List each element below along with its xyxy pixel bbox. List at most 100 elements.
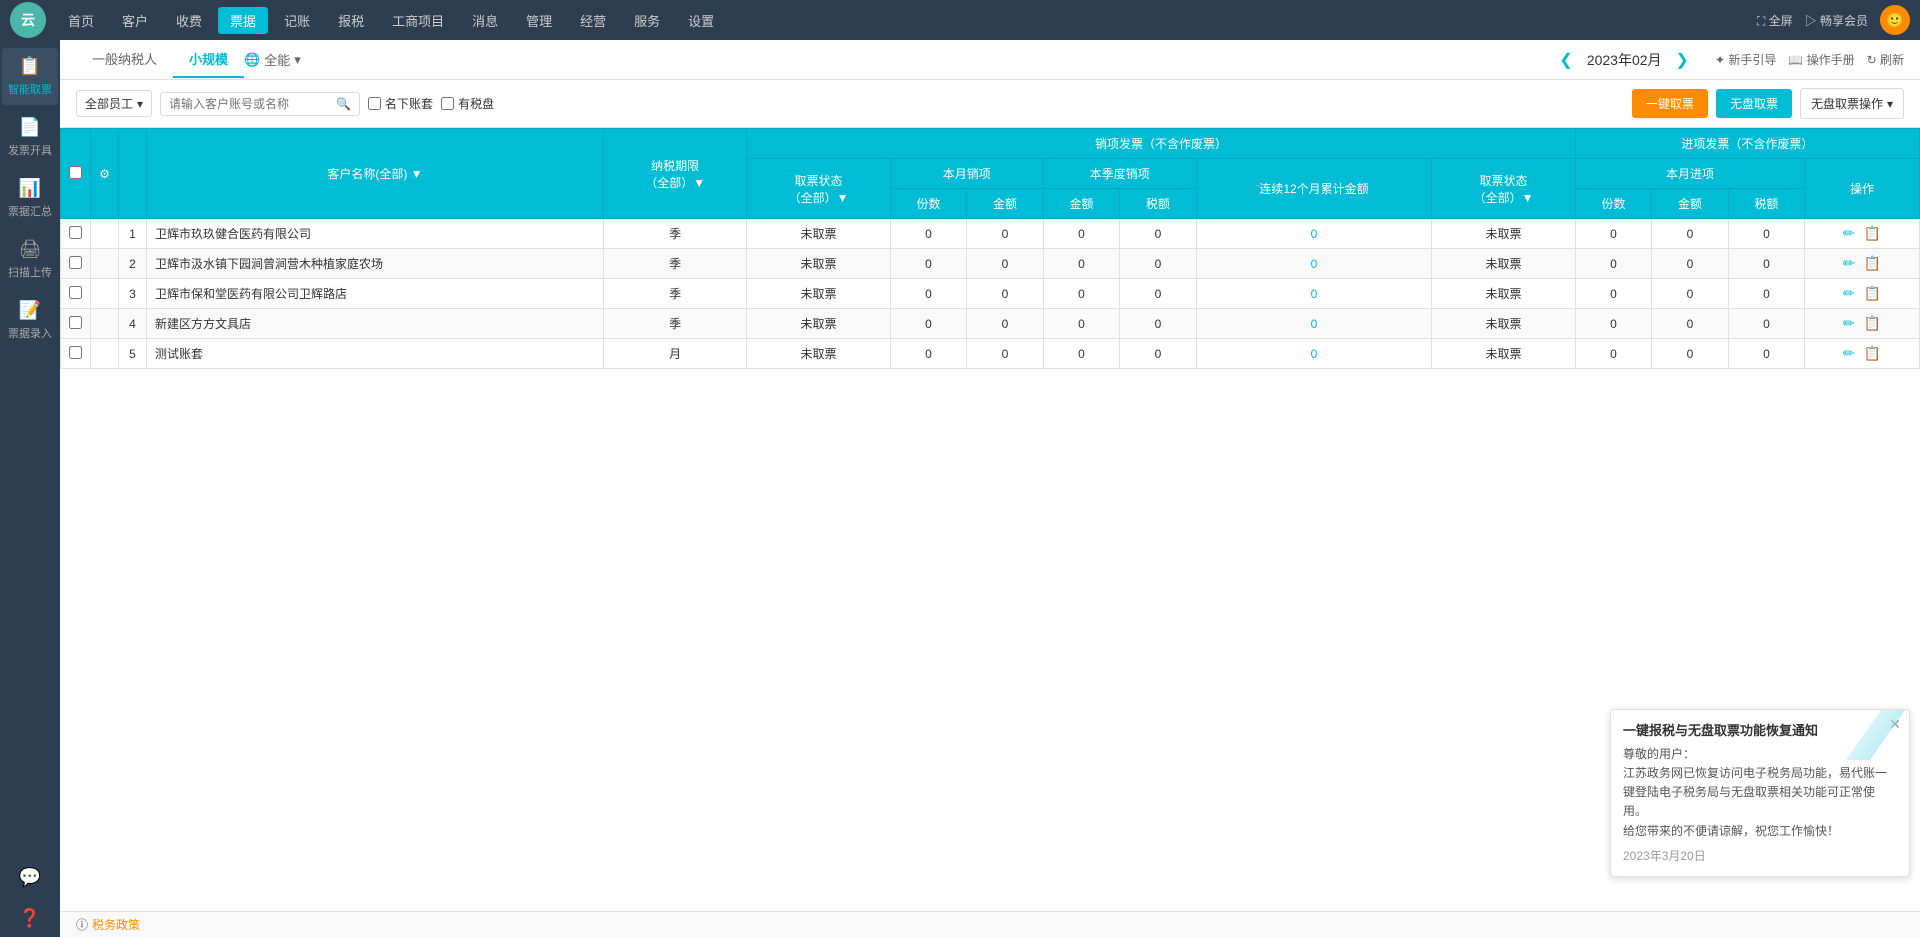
nav-home[interactable]: 首页	[56, 7, 106, 34]
nav-client[interactable]: 客户	[110, 7, 160, 34]
row-index: 1	[119, 219, 147, 249]
checkbox-taxdisk[interactable]: 有税盘	[441, 95, 494, 112]
sidebar-item-issue[interactable]: 📄 发票开具	[2, 109, 58, 166]
nav-business[interactable]: 工商项目	[380, 7, 456, 34]
user-avatar[interactable]: 🙂	[1880, 5, 1910, 35]
edit-icon[interactable]: ✏	[1843, 345, 1855, 361]
tab-general-taxpayer[interactable]: 一般纳税人	[76, 41, 173, 78]
fullscreen-btn[interactable]: ⛶ 全屏	[1757, 12, 1793, 29]
row-purchase-count: 0	[1575, 249, 1651, 279]
row-checkbox[interactable]	[61, 309, 91, 339]
manual-btn[interactable]: 📖 操作手册	[1788, 51, 1854, 68]
date-next-btn[interactable]: ❯	[1670, 48, 1695, 72]
col-settings-header: ⚙	[91, 129, 119, 219]
sidebar-item-summary[interactable]: 📊 票据汇总	[2, 170, 58, 227]
row-purchase-tax: 0	[1728, 279, 1804, 309]
col-purchase-month-amount: 金额	[1652, 189, 1728, 219]
sidebar-item-help[interactable]: ❓	[2, 900, 58, 937]
employee-select-dropdown-icon: ▾	[137, 97, 143, 111]
row-name[interactable]: 新建区方方文具店	[147, 309, 604, 339]
sidebar-item-entry[interactable]: 📝 票据录入	[2, 292, 58, 349]
row-index: 4	[119, 309, 147, 339]
col-name-header[interactable]: 客户名称(全部) ▼	[147, 129, 604, 219]
row-name[interactable]: 卫辉市汲水镇下园涧曾涧营木种植家庭农场	[147, 249, 604, 279]
nav-service[interactable]: 服务	[622, 7, 672, 34]
vip-btn[interactable]: ▷ 畅享会员	[1805, 12, 1868, 29]
myaccount-checkbox[interactable]	[368, 97, 381, 110]
employee-select[interactable]: 全部员工 ▾	[76, 90, 152, 117]
edit-icon[interactable]: ✏	[1843, 225, 1855, 241]
row-sale-quarter-amount: 0	[1043, 309, 1119, 339]
no-disk-fetch-button[interactable]: 无盘取票	[1716, 89, 1792, 118]
taxdisk-label: 有税盘	[458, 95, 494, 112]
more-operations-button[interactable]: 无盘取票操作 ▾	[1800, 88, 1904, 119]
detail-icon[interactable]: 📋	[1864, 225, 1881, 241]
row-sale-status: 未取票	[747, 309, 890, 339]
row-sale-12m-amount: 0	[1196, 249, 1432, 279]
row-sale-month-count: 0	[890, 249, 966, 279]
tax-policy-link[interactable]: 税务政策	[92, 916, 140, 933]
col-purchase-status-header[interactable]: 取票状态（全部）▼	[1432, 159, 1575, 219]
select-all-checkbox[interactable]	[69, 166, 82, 179]
search-input[interactable]	[169, 97, 332, 111]
row-period: 季	[603, 249, 746, 279]
detail-icon[interactable]: 📋	[1864, 255, 1881, 271]
tax-policy-icon: ⓘ	[76, 916, 88, 933]
nav-bookkeeping[interactable]: 记账	[272, 7, 322, 34]
notification-date: 2023年3月20日	[1623, 847, 1897, 866]
nav-billing[interactable]: 收费	[164, 7, 214, 34]
notification-apology: 给您带来的不便请谅解，祝您工作愉快！	[1623, 822, 1897, 841]
row-name[interactable]: 测试账套	[147, 339, 604, 369]
row-purchase-status: 未取票	[1432, 339, 1575, 369]
col-sale-status-header[interactable]: 取票状态（全部）▼	[747, 159, 890, 219]
nav-manage[interactable]: 管理	[514, 7, 564, 34]
row-sale-month-count: 0	[890, 309, 966, 339]
row-name[interactable]: 卫辉市保和堂医药有限公司卫辉路店	[147, 279, 604, 309]
row-checkbox[interactable]	[61, 339, 91, 369]
tab-small-scale[interactable]: 小规模	[173, 41, 244, 78]
taxdisk-checkbox[interactable]	[441, 97, 454, 110]
refresh-btn[interactable]: ↻ 刷新	[1867, 51, 1904, 68]
row-index: 2	[119, 249, 147, 279]
row-name[interactable]: 卫辉市玖玖健合医药有限公司	[147, 219, 604, 249]
nav-operation[interactable]: 经营	[568, 7, 618, 34]
row-purchase-status: 未取票	[1432, 219, 1575, 249]
tab-all[interactable]: 🌐 全能 ▾	[244, 50, 301, 69]
col-sale-month-amount: 金额	[967, 189, 1043, 219]
edit-icon[interactable]: ✏	[1843, 285, 1855, 301]
row-checkbox[interactable]	[61, 219, 91, 249]
notification-close-btn[interactable]: ✕	[1889, 716, 1901, 733]
row-checkbox[interactable]	[61, 279, 91, 309]
notification-content: 江苏政务网已恢复访问电子税务局功能，易代账一键登陆电子税务局与无盘取票相关功能可…	[1623, 764, 1897, 822]
sidebar-item-scan[interactable]: 🖨 扫描上传	[2, 231, 58, 288]
scan-icon: 🖨	[19, 239, 42, 260]
table-row: 5 测试账套 月 未取票 0 0 0 0 0 未取票 0 0 0 ✏ 📋	[61, 339, 1920, 369]
guide-btn[interactable]: ✦ 新手引导	[1715, 51, 1776, 68]
row-purchase-tax: 0	[1728, 219, 1804, 249]
edit-icon[interactable]: ✏	[1843, 255, 1855, 271]
row-index: 5	[119, 339, 147, 369]
one-click-fetch-button[interactable]: 一键取票	[1632, 89, 1708, 118]
nav-message[interactable]: 消息	[460, 7, 510, 34]
col-purchase-month-header: 本月进项	[1575, 159, 1804, 189]
detail-icon[interactable]: 📋	[1864, 345, 1881, 361]
nav-tax[interactable]: 报税	[326, 7, 376, 34]
row-period: 季	[603, 219, 746, 249]
nav-settings[interactable]: 设置	[676, 7, 726, 34]
more-operations-icon: ▾	[1887, 97, 1893, 111]
sidebar-item-smart-fetch[interactable]: 📋 智能取票	[2, 48, 58, 105]
search-icon[interactable]: 🔍	[336, 97, 351, 111]
checkbox-myaccount[interactable]: 名下账套	[368, 95, 433, 112]
detail-icon[interactable]: 📋	[1864, 315, 1881, 331]
row-index: 3	[119, 279, 147, 309]
col-period-header[interactable]: 纳税期限（全部）▼	[603, 129, 746, 219]
date-prev-btn[interactable]: ❮	[1553, 48, 1578, 72]
status-bar: ⓘ 税务政策	[60, 911, 1920, 937]
nav-invoice[interactable]: 票据	[218, 7, 268, 34]
sidebar-item-feedback[interactable]: 💬	[2, 859, 58, 896]
detail-icon[interactable]: 📋	[1864, 285, 1881, 301]
row-checkbox[interactable]	[61, 249, 91, 279]
right-tools: ⛶ 全屏 ▷ 畅享会员 🙂	[1757, 5, 1910, 35]
edit-icon[interactable]: ✏	[1843, 315, 1855, 331]
row-purchase-status: 未取票	[1432, 279, 1575, 309]
